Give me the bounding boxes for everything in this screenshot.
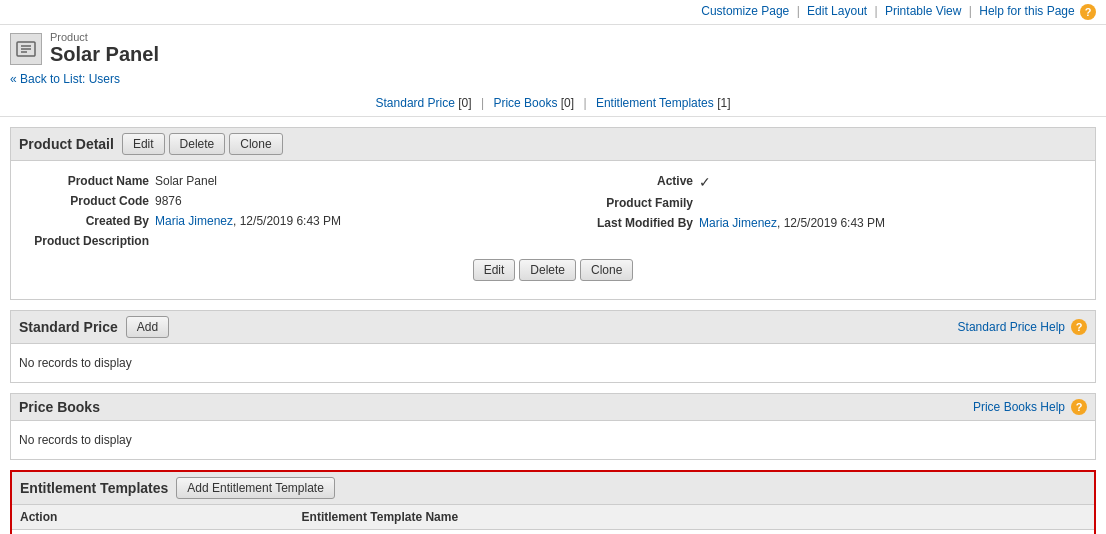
page-title: Solar Panel	[50, 43, 159, 66]
standard-price-help-link[interactable]: Standard Price Help	[958, 320, 1065, 334]
last-modified-date: , 12/5/2019 6:43 PM	[777, 216, 885, 230]
clone-button-top[interactable]: Clone	[229, 133, 282, 155]
created-by-date: , 12/5/2019 6:43 PM	[233, 214, 341, 228]
entitlement-action-cell: Remove	[12, 530, 294, 535]
price-books-help-link[interactable]: Price Books Help	[973, 400, 1065, 414]
active-label: Active	[563, 174, 693, 188]
edit-layout-link[interactable]: Edit Layout	[807, 4, 867, 18]
price-books-count: [0]	[561, 96, 574, 110]
entitlement-templates-section-link[interactable]: Entitlement Templates	[596, 96, 714, 110]
last-modified-row: Last Modified By Maria Jimenez, 12/5/201…	[563, 213, 1087, 233]
content-area: Product Detail Edit Delete Clone Product…	[0, 127, 1106, 534]
clone-button-bottom[interactable]: Clone	[580, 259, 633, 281]
created-by-value: Maria Jimenez, 12/5/2019 6:43 PM	[155, 214, 543, 228]
help-link[interactable]: Help for this Page	[979, 4, 1074, 18]
price-books-help-icon[interactable]: ?	[1071, 399, 1087, 415]
entitlement-templates-table: Action Entitlement Template Name RemoveP…	[12, 505, 1094, 534]
standard-price-help-icon[interactable]: ?	[1071, 319, 1087, 335]
entitlement-templates-tbody: RemovePhone Support	[12, 530, 1094, 535]
customize-page-link[interactable]: Customize Page	[701, 4, 789, 18]
product-code-value: 9876	[155, 194, 543, 208]
price-books-no-records: No records to display	[19, 429, 1087, 451]
product-icon	[10, 33, 42, 65]
top-bar: Customize Page | Edit Layout | Printable…	[0, 0, 1106, 25]
standard-price-add-button[interactable]: Add	[126, 316, 169, 338]
last-modified-value: Maria Jimenez, 12/5/2019 6:43 PM	[699, 216, 1087, 230]
created-by-row: Created By Maria Jimenez, 12/5/2019 6:43…	[19, 211, 543, 231]
price-books-section: Price Books Price Books Help ? No record…	[10, 393, 1096, 460]
product-name-row: Product Name Solar Panel	[19, 171, 543, 191]
standard-price-header: Standard Price Add Standard Price Help ?	[10, 310, 1096, 344]
standard-price-count: [0]	[458, 96, 471, 110]
price-books-body: No records to display	[10, 421, 1096, 460]
col-action: Action	[12, 505, 294, 530]
entitlement-templates-header-row: Action Entitlement Template Name	[12, 505, 1094, 530]
help-icon[interactable]: ?	[1080, 4, 1096, 20]
entitlement-templates-title: Entitlement Templates	[20, 480, 168, 496]
product-description-row: Product Description	[19, 231, 543, 251]
entitlement-templates-thead: Action Entitlement Template Name	[12, 505, 1094, 530]
product-description-label: Product Description	[19, 234, 149, 248]
entitlement-templates-body: Action Entitlement Template Name RemoveP…	[12, 505, 1094, 534]
section-links: Standard Price [0] | Price Books [0] | E…	[0, 90, 1106, 117]
price-books-title: Price Books	[19, 399, 100, 415]
back-to-list-link[interactable]: « Back to List: Users	[10, 72, 120, 86]
created-by-label: Created By	[19, 214, 149, 228]
page-subtitle: Product	[50, 31, 159, 43]
product-name-label: Product Name	[19, 174, 149, 188]
price-books-header: Price Books Price Books Help ?	[10, 393, 1096, 421]
last-modified-label: Last Modified By	[563, 216, 693, 230]
product-family-label: Product Family	[563, 196, 693, 210]
product-detail-top-buttons: Edit Delete Clone	[122, 133, 283, 155]
col-name: Entitlement Template Name	[294, 505, 1094, 530]
edit-button-top[interactable]: Edit	[122, 133, 165, 155]
standard-price-section-link[interactable]: Standard Price	[376, 96, 455, 110]
price-books-section-link[interactable]: Price Books	[493, 96, 557, 110]
entitlement-templates-section: Entitlement Templates Add Entitlement Te…	[10, 470, 1096, 534]
add-entitlement-template-button[interactable]: Add Entitlement Template	[176, 477, 335, 499]
active-value: ✓	[699, 174, 1087, 190]
product-detail-left: Product Name Solar Panel Product Code 98…	[19, 171, 543, 251]
standard-price-no-records: No records to display	[19, 352, 1087, 374]
product-code-row: Product Code 9876	[19, 191, 543, 211]
back-link-container: « Back to List: Users	[0, 70, 1106, 90]
entitlement-templates-header: Entitlement Templates Add Entitlement Te…	[12, 472, 1094, 505]
product-detail-grid: Product Name Solar Panel Product Code 98…	[19, 171, 1087, 251]
product-code-label: Product Code	[19, 194, 149, 208]
table-row: RemovePhone Support	[12, 530, 1094, 535]
product-detail-section: Product Detail Edit Delete Clone Product…	[10, 127, 1096, 300]
page-header-info: Product Solar Panel	[50, 31, 159, 66]
product-family-row: Product Family	[563, 193, 1087, 213]
product-detail-bottom-buttons: Edit Delete Clone	[19, 251, 1087, 289]
created-by-link[interactable]: Maria Jimenez	[155, 214, 233, 228]
printable-view-link[interactable]: Printable View	[885, 4, 962, 18]
product-detail-title: Product Detail	[19, 136, 114, 152]
delete-button-bottom[interactable]: Delete	[519, 259, 576, 281]
last-modified-link[interactable]: Maria Jimenez	[699, 216, 777, 230]
entitlement-name-cell: Phone Support	[294, 530, 1094, 535]
standard-price-body: No records to display	[10, 344, 1096, 383]
standard-price-section: Standard Price Add Standard Price Help ?…	[10, 310, 1096, 383]
active-row: Active ✓	[563, 171, 1087, 193]
standard-price-title: Standard Price	[19, 319, 118, 335]
delete-button-top[interactable]: Delete	[169, 133, 226, 155]
product-detail-header: Product Detail Edit Delete Clone	[11, 128, 1095, 161]
product-detail-body: Product Name Solar Panel Product Code 98…	[11, 161, 1095, 299]
edit-button-bottom[interactable]: Edit	[473, 259, 516, 281]
product-detail-right: Active ✓ Product Family Last Modified By…	[563, 171, 1087, 251]
product-name-value: Solar Panel	[155, 174, 543, 188]
entitlement-templates-count: [1]	[717, 96, 730, 110]
page-header: Product Solar Panel	[0, 25, 1106, 70]
